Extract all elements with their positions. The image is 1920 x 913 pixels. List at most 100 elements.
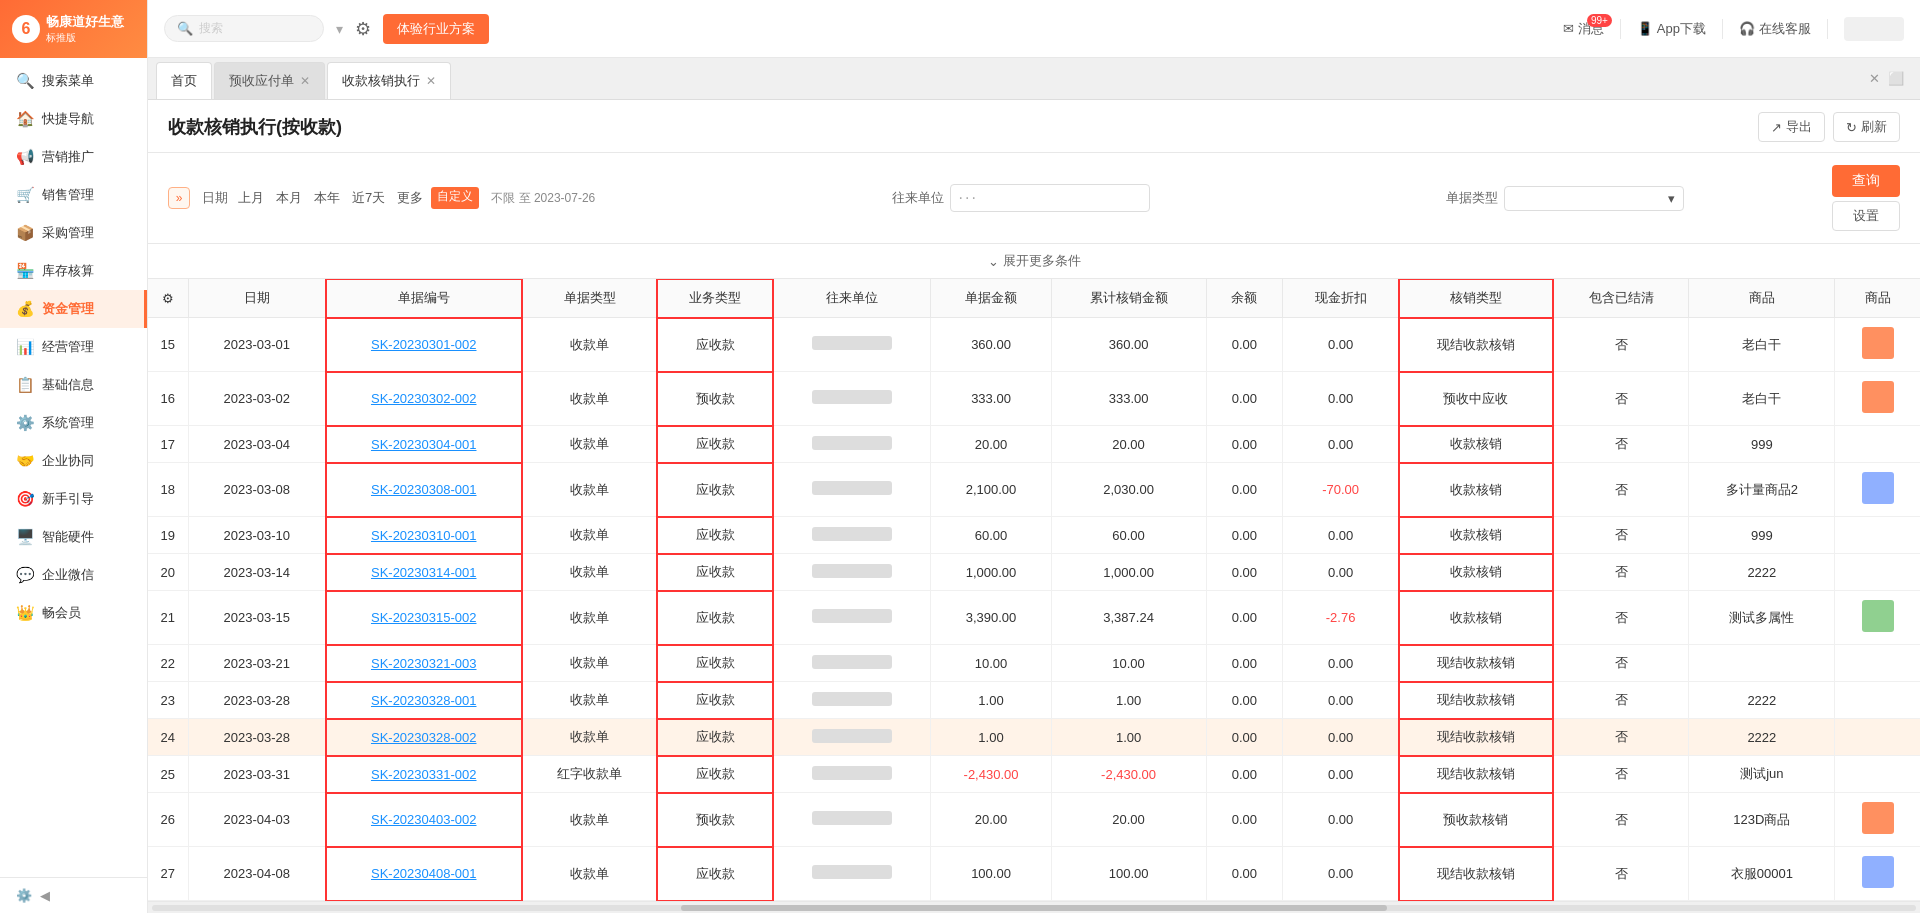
- tab-receipt-exec[interactable]: 收款核销执行 ✕: [327, 62, 451, 99]
- this-month-link[interactable]: 本月: [272, 187, 306, 209]
- more-date-link[interactable]: 更多: [393, 187, 427, 209]
- cell-doc-no[interactable]: SK-20230331-002: [326, 756, 522, 793]
- cell-doc-no[interactable]: SK-20230310-001: [326, 517, 522, 554]
- page-title: 收款核销执行(按收款): [168, 115, 342, 139]
- sidebar-item-quick[interactable]: 🏠 快捷导航: [0, 100, 147, 138]
- table-row: 18 2023-03-08 SK-20230308-001 收款单 应收款 2,…: [148, 463, 1920, 517]
- sidebar-item-enterprise[interactable]: 🤝 企业协同: [0, 442, 147, 480]
- custom-date-button[interactable]: 自定义: [431, 187, 479, 209]
- cell-doc-no[interactable]: SK-20230403-002: [326, 793, 522, 847]
- sidebar-item-marketing[interactable]: 📢 营销推广: [0, 138, 147, 176]
- cell-no: 19: [148, 517, 188, 554]
- settings-icon[interactable]: ⚙: [355, 18, 371, 40]
- cell-goods-img: [1835, 793, 1920, 847]
- sidebar-item-system[interactable]: ⚙️ 系统管理: [0, 404, 147, 442]
- cell-doc-no[interactable]: SK-20230308-001: [326, 463, 522, 517]
- query-button[interactable]: 查询: [1832, 165, 1900, 197]
- last-7days-link[interactable]: 近7天: [348, 187, 389, 209]
- page: 收款核销执行(按收款) ↗ 导出 ↻ 刷新 » 日期: [148, 100, 1920, 913]
- cell-doc-type: 收款单: [522, 554, 657, 591]
- tab-home[interactable]: 首页: [156, 62, 212, 99]
- sidebar-item-purchase[interactable]: 📦 采购管理: [0, 214, 147, 252]
- cell-goods: 2222: [1689, 554, 1835, 591]
- doc-no-link[interactable]: SK-20230301-002: [371, 337, 477, 352]
- cell-doc-no[interactable]: SK-20230328-002: [326, 719, 522, 756]
- settings-footer-icon[interactable]: ⚙️: [16, 888, 32, 903]
- dropdown-arrow-icon[interactable]: ▾: [336, 21, 343, 37]
- sidebar-item-finance[interactable]: 💰 资金管理: [0, 290, 147, 328]
- this-year-link[interactable]: 本年: [310, 187, 344, 209]
- maximize-icon[interactable]: ⬜: [1888, 71, 1904, 86]
- sidebar-item-guide[interactable]: 🎯 新手引导: [0, 480, 147, 518]
- sidebar-item-label: 资金管理: [42, 300, 94, 318]
- cell-include-settled: 否: [1553, 719, 1688, 756]
- sidebar-item-inventory[interactable]: 🏪 库存核算: [0, 252, 147, 290]
- main-content: 🔍 搜索 ▾ ⚙ 体验行业方案 ✉ 消息 99+ 📱 App下载 🎧 在线客服: [148, 0, 1920, 913]
- online-service-button[interactable]: 🎧 在线客服: [1739, 20, 1811, 38]
- doc-no-link[interactable]: SK-20230315-002: [371, 610, 477, 625]
- cell-verify-type: 现结收款核销: [1399, 682, 1554, 719]
- sidebar-item-member[interactable]: 👑 畅会员: [0, 594, 147, 632]
- cell-doc-no[interactable]: SK-20230302-002: [326, 372, 522, 426]
- settings-button[interactable]: 设置: [1832, 201, 1900, 231]
- sidebar-item-basic[interactable]: 📋 基础信息: [0, 366, 147, 404]
- export-button[interactable]: ↗ 导出: [1758, 112, 1825, 142]
- tab-prepay[interactable]: 预收应付单 ✕: [214, 62, 325, 99]
- doc-no-link[interactable]: SK-20230403-002: [371, 812, 477, 827]
- topbar-search[interactable]: 🔍 搜索: [164, 15, 324, 42]
- doc-no-link[interactable]: SK-20230310-001: [371, 528, 477, 543]
- tab-close-icon[interactable]: ✕: [300, 74, 310, 88]
- filter-expand-button[interactable]: »: [168, 187, 190, 209]
- doc-no-link[interactable]: SK-20230328-002: [371, 730, 477, 745]
- refresh-button[interactable]: ↻ 刷新: [1833, 112, 1900, 142]
- sidebar-item-wechat[interactable]: 💬 企业微信: [0, 556, 147, 594]
- tab-label: 预收应付单: [229, 72, 294, 90]
- doc-type-select[interactable]: ▾: [1504, 186, 1684, 211]
- collapse-icon[interactable]: ◀: [40, 888, 50, 903]
- cell-doc-no[interactable]: SK-20230328-001: [326, 682, 522, 719]
- sidebar-item-sales[interactable]: 🛒 销售管理: [0, 176, 147, 214]
- cell-amount: -2,430.00: [931, 756, 1051, 793]
- masked-value: [812, 527, 892, 541]
- counterparty-select[interactable]: ···: [950, 184, 1150, 212]
- doc-no-link[interactable]: SK-20230304-001: [371, 437, 477, 452]
- sidebar-item-hardware[interactable]: 🖥️ 智能硬件: [0, 518, 147, 556]
- cell-doc-no[interactable]: SK-20230301-002: [326, 318, 522, 372]
- col-settings[interactable]: ⚙: [148, 279, 188, 318]
- last-month-link[interactable]: 上月: [234, 187, 268, 209]
- cell-include-settled: 否: [1553, 847, 1688, 901]
- doc-no-link[interactable]: SK-20230328-001: [371, 693, 477, 708]
- cell-no: 24: [148, 719, 188, 756]
- cell-doc-no[interactable]: SK-20230315-002: [326, 591, 522, 645]
- expand-more-button[interactable]: ⌄ 展开更多条件: [988, 252, 1081, 270]
- doc-no-link[interactable]: SK-20230302-002: [371, 391, 477, 406]
- close-window-icon[interactable]: ✕: [1869, 71, 1880, 86]
- cell-doc-no[interactable]: SK-20230304-001: [326, 426, 522, 463]
- app-download-button[interactable]: 📱 App下载: [1637, 20, 1706, 38]
- sidebar-item-search[interactable]: 🔍 搜索菜单: [0, 62, 147, 100]
- doc-no-link[interactable]: SK-20230331-002: [371, 767, 477, 782]
- sidebar-item-operations[interactable]: 📊 经营管理: [0, 328, 147, 366]
- horizontal-scrollbar[interactable]: [148, 901, 1920, 913]
- user-avatar[interactable]: [1844, 17, 1904, 41]
- cell-doc-no[interactable]: SK-20230408-001: [326, 847, 522, 901]
- cell-doc-no[interactable]: SK-20230314-001: [326, 554, 522, 591]
- sidebar: 6 畅康道好生意 标推版 🔍 搜索菜单 🏠 快捷导航 📢 营销推广 🛒 销售管理…: [0, 0, 148, 913]
- doc-no-link[interactable]: SK-20230308-001: [371, 482, 477, 497]
- cell-counterparty: [773, 463, 931, 517]
- message-button[interactable]: ✉ 消息 99+: [1563, 20, 1604, 38]
- cell-counterparty: [773, 756, 931, 793]
- doc-no-link[interactable]: SK-20230408-001: [371, 866, 477, 881]
- cell-goods-img: [1835, 645, 1920, 682]
- industry-solution-button[interactable]: 体验行业方案: [383, 14, 489, 44]
- cell-doc-no[interactable]: SK-20230321-003: [326, 645, 522, 682]
- col-counterparty: 往来单位: [773, 279, 931, 318]
- cell-counterparty: [773, 682, 931, 719]
- tab-close-icon[interactable]: ✕: [426, 74, 436, 88]
- scrollbar-thumb[interactable]: [681, 905, 1387, 911]
- doc-no-link[interactable]: SK-20230314-001: [371, 565, 477, 580]
- cell-verify-type: 收款核销: [1399, 591, 1554, 645]
- doc-no-link[interactable]: SK-20230321-003: [371, 656, 477, 671]
- cell-amount: 10.00: [931, 645, 1051, 682]
- column-settings-icon[interactable]: ⚙: [162, 291, 174, 306]
